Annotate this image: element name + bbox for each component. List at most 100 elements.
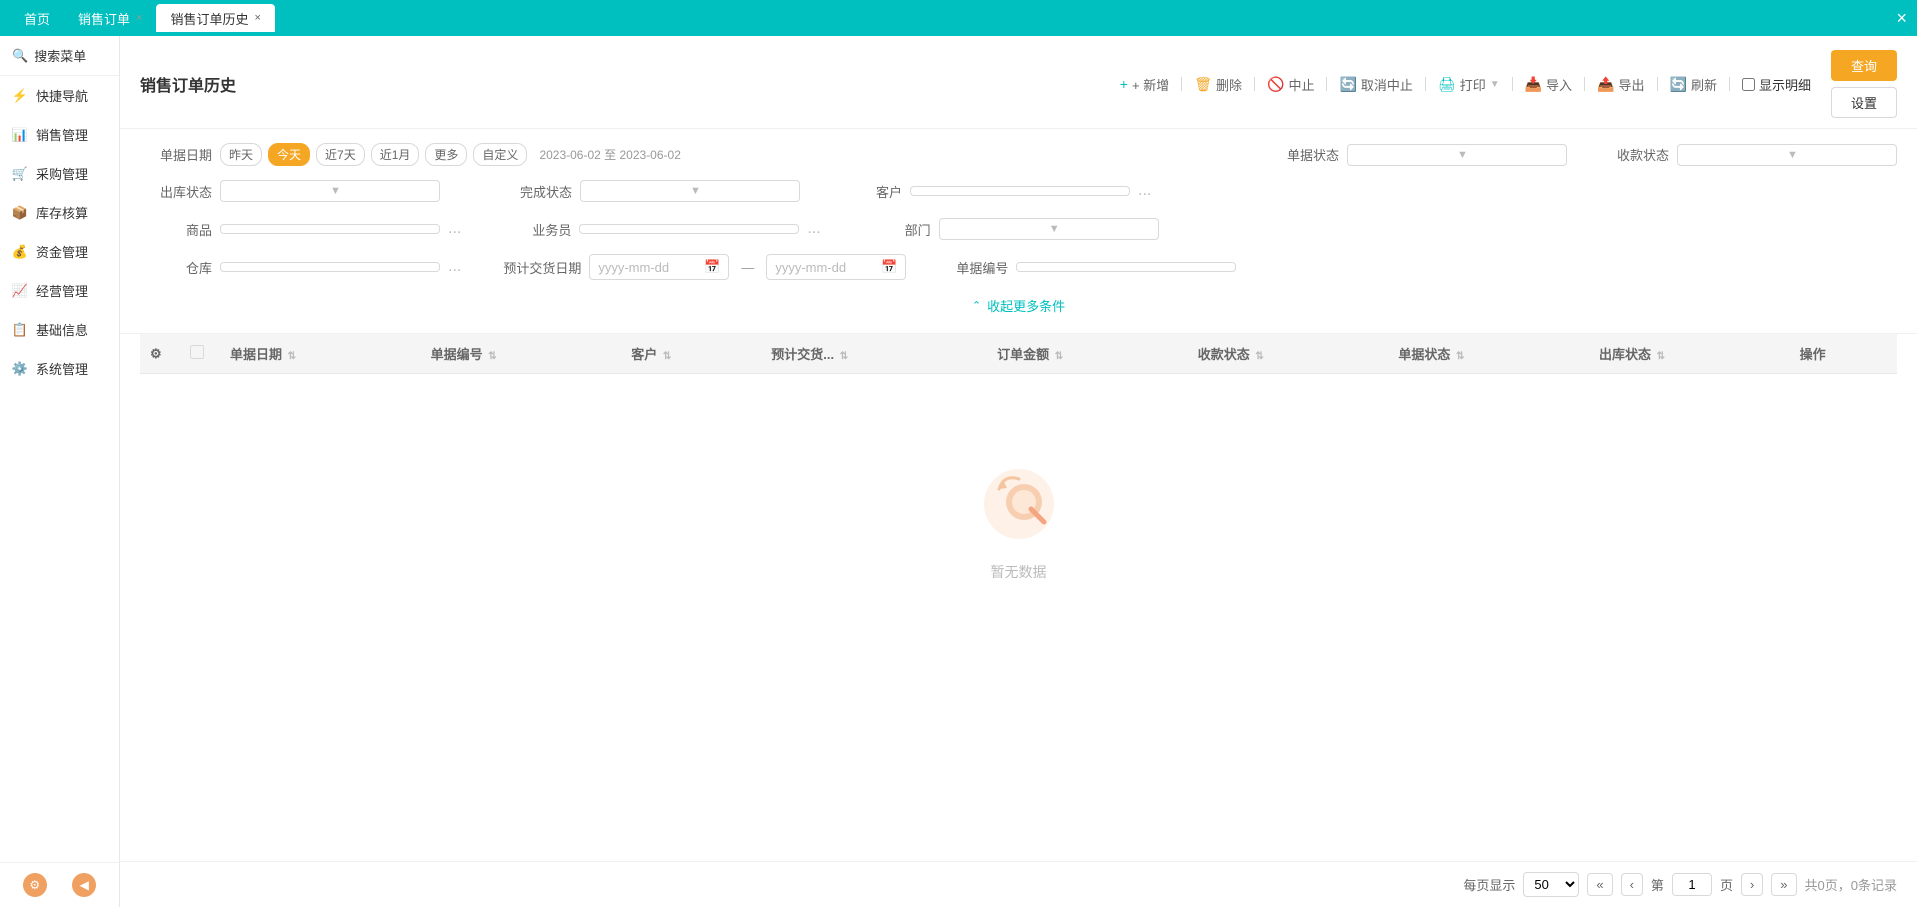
date-btn-7days[interactable]: 近7天: [316, 143, 365, 166]
settings-button[interactable]: 设置: [1831, 87, 1897, 118]
department-label: 部门: [889, 220, 939, 239]
th-receipt-status[interactable]: 收款状态 ⇅: [1188, 334, 1389, 374]
sales-rep-dots[interactable]: ...: [799, 216, 828, 242]
th-order-status[interactable]: 单据状态 ⇅: [1388, 334, 1589, 374]
delete-button[interactable]: 🗑 删除: [1194, 75, 1242, 94]
delivery-date-label: 预计交货日期: [499, 258, 589, 277]
new-button[interactable]: + + 新增: [1120, 75, 1169, 94]
date-btn-1month[interactable]: 近1月: [371, 143, 420, 166]
department-select[interactable]: ▼: [939, 218, 1159, 240]
next-page-button[interactable]: ›: [1741, 873, 1763, 896]
customer-label: 客户: [860, 182, 910, 201]
stop-button[interactable]: 🚫 中止: [1267, 75, 1314, 94]
order-status-arrow-icon: ▼: [1457, 149, 1556, 161]
warehouse-input[interactable]: [220, 262, 440, 272]
sidebar-item-finance[interactable]: 💰 资金管理: [0, 232, 119, 271]
sort-customer-icon: ⇅: [663, 351, 671, 362]
product-dots[interactable]: ...: [440, 216, 469, 242]
order-number-input[interactable]: [1016, 262, 1236, 272]
outbound-status-select[interactable]: ▼: [220, 180, 440, 202]
sidebar-settings-icon[interactable]: ⚙: [23, 873, 47, 897]
filter-row-4: 仓库 ... 预计交货日期 yyyy-mm-dd 📅 — yyyy-mm-dd …: [140, 254, 1897, 280]
th-checkbox[interactable]: [180, 334, 220, 374]
sidebar-item-operations[interactable]: 📈 经营管理: [0, 271, 119, 310]
per-page-select[interactable]: 50 10 20 100: [1523, 872, 1579, 897]
page-number-input[interactable]: [1672, 873, 1712, 896]
sidebar-item-basic-info[interactable]: 📋 基础信息: [0, 310, 119, 349]
system-icon: ⚙️: [12, 361, 28, 377]
date-btn-custom[interactable]: 自定义: [473, 143, 527, 166]
search-icon: 🔍: [12, 48, 28, 64]
query-button[interactable]: 查询: [1831, 50, 1897, 81]
date-btn-today[interactable]: 今天: [268, 143, 310, 166]
table-header: ⚙ 单据日期 ⇅ 单据编号 ⇅ 客户 ⇅ 预计交货... ⇅ 订单金额 ⇅ 收款…: [140, 334, 1897, 374]
th-amount[interactable]: 订单金额 ⇅: [987, 334, 1188, 374]
display-columns-checkbox[interactable]: [1742, 78, 1755, 91]
window-close-icon[interactable]: ×: [1896, 8, 1907, 29]
sales-rep-input[interactable]: [579, 224, 799, 234]
sidebar-item-quick-nav[interactable]: ⚡ 快捷导航: [0, 76, 119, 115]
sales-rep-label: 业务员: [499, 220, 579, 239]
divider-4: [1425, 77, 1426, 91]
delivery-date-from[interactable]: yyyy-mm-dd 📅: [589, 254, 729, 280]
product-input[interactable]: [220, 224, 440, 234]
date-btn-yesterday[interactable]: 昨天: [220, 143, 262, 166]
calendar-icon-from: 📅: [704, 259, 720, 275]
warehouse-label: 仓库: [140, 258, 220, 277]
sidebar-search[interactable]: 🔍 搜索菜单: [0, 36, 119, 76]
refresh-button[interactable]: 🔄 刷新: [1670, 75, 1717, 94]
print-icon: 🖨: [1438, 76, 1456, 93]
display-columns-toggle[interactable]: 显示明细: [1742, 75, 1811, 94]
cancel-stop-button[interactable]: 🔄 取消中止: [1339, 75, 1412, 94]
first-page-button[interactable]: «: [1587, 873, 1612, 896]
filter-row-2: 出库状态 ▼ 完成状态 ▼ 客户 ...: [140, 178, 1897, 204]
page-title: 销售订单历史: [140, 72, 236, 96]
cancel-stop-icon: 🔄: [1339, 76, 1356, 93]
sidebar-item-sales-mgmt[interactable]: 📊 销售管理: [0, 115, 119, 154]
th-delivery[interactable]: 预计交货... ⇅: [761, 334, 987, 374]
collapse-bar[interactable]: ⌃ 收起更多条件: [140, 292, 1897, 319]
divider-6: [1584, 77, 1585, 91]
prev-page-button[interactable]: ‹: [1621, 873, 1643, 896]
tab-sales-order-history[interactable]: 销售订单历史 ×: [156, 4, 274, 32]
department-arrow-icon: ▼: [1049, 223, 1148, 235]
th-outbound-status[interactable]: 出库状态 ⇅: [1589, 334, 1790, 374]
tab-sales-order[interactable]: 销售订单 ×: [64, 4, 156, 32]
table-area: ⚙ 单据日期 ⇅ 单据编号 ⇅ 客户 ⇅ 预计交货... ⇅ 订单金额 ⇅ 收款…: [120, 334, 1917, 861]
sidebar-item-purchase-mgmt[interactable]: 🛒 采购管理: [0, 154, 119, 193]
tab-home[interactable]: 首页: [10, 4, 64, 32]
th-settings[interactable]: ⚙: [140, 334, 180, 374]
last-page-button[interactable]: »: [1771, 873, 1796, 896]
sidebar-item-inventory[interactable]: 📦 库存核算: [0, 193, 119, 232]
order-status-select[interactable]: ▼: [1347, 144, 1567, 166]
table-body: 暂无数据: [140, 374, 1897, 623]
customer-dots[interactable]: ...: [1130, 178, 1159, 204]
warehouse-dots[interactable]: ...: [440, 254, 469, 280]
operations-icon: 📈: [12, 283, 28, 299]
date-separator: —: [741, 260, 754, 275]
empty-illustration-svg: [969, 454, 1069, 554]
sort-delivery-icon: ⇅: [840, 351, 848, 362]
divider-1: [1181, 77, 1182, 91]
delivery-date-to[interactable]: yyyy-mm-dd 📅: [766, 254, 906, 280]
receipt-status-select[interactable]: ▼: [1677, 144, 1897, 166]
th-date[interactable]: 单据日期 ⇅: [220, 334, 421, 374]
inventory-icon: 📦: [12, 205, 28, 221]
tab-close-sales-order[interactable]: ×: [136, 12, 142, 24]
print-button[interactable]: 🖨 打印 ▼: [1438, 75, 1500, 94]
customer-input[interactable]: [910, 186, 1130, 196]
toolbar: + + 新增 🗑 删除 🚫 中止 🔄 取消中止: [1120, 50, 1897, 118]
filter-row-1: 单据日期 昨天 今天 近7天 近1月 更多 自定义 2023-06-02 至 2…: [140, 143, 1897, 166]
stop-icon: 🚫: [1267, 76, 1284, 93]
import-button[interactable]: 📥 导入: [1525, 75, 1572, 94]
completion-status-select[interactable]: ▼: [580, 180, 800, 202]
tab-close-history[interactable]: ×: [254, 12, 260, 24]
page-suffix-label: 页: [1720, 875, 1733, 894]
export-button[interactable]: 📤 导出: [1597, 75, 1644, 94]
date-btn-more[interactable]: 更多: [425, 143, 467, 166]
sidebar-collapse-icon[interactable]: ◀: [72, 873, 96, 897]
th-number[interactable]: 单据编号 ⇅: [421, 334, 622, 374]
sidebar-item-system-mgmt[interactable]: ⚙️ 系统管理: [0, 349, 119, 388]
th-customer[interactable]: 客户 ⇅: [621, 334, 761, 374]
content-header: 销售订单历史 + + 新增 🗑 删除 🚫 中止 🔄: [120, 36, 1917, 129]
